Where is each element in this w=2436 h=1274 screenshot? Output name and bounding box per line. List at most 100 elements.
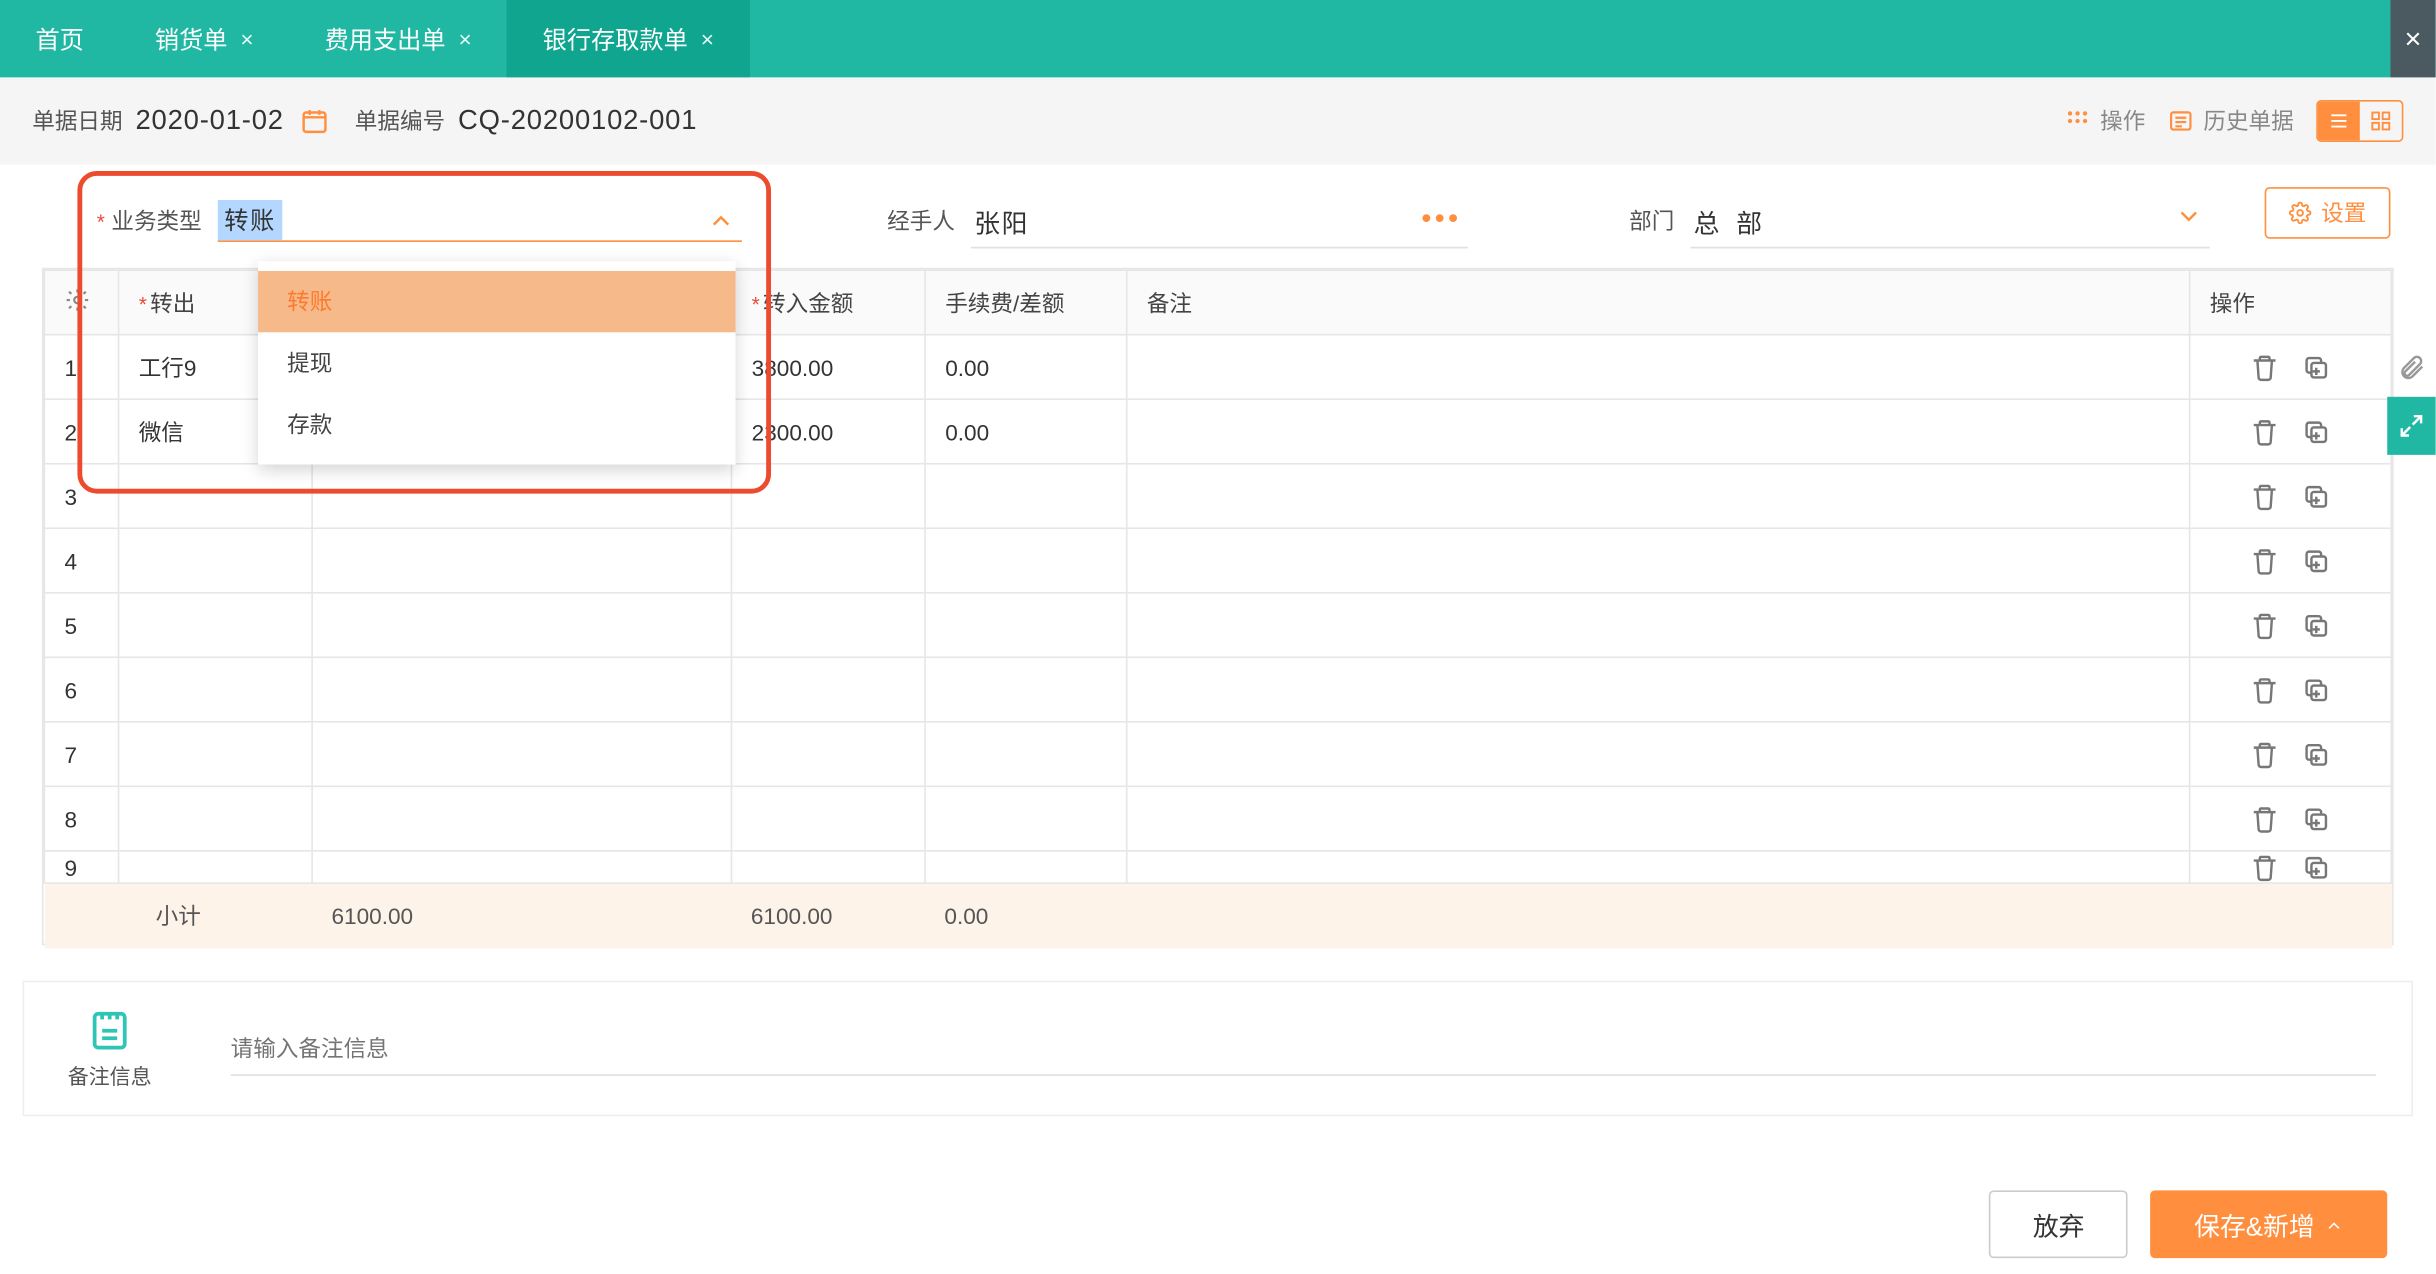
save-add-button[interactable]: 保存&新增 — [2151, 1190, 2388, 1258]
th-gear[interactable] — [44, 270, 118, 335]
window-close-button[interactable]: × — [2390, 0, 2435, 77]
cell-note[interactable] — [1127, 851, 2190, 883]
cell-note[interactable] — [1127, 335, 2190, 400]
cell-hidden[interactable] — [312, 464, 731, 529]
cell-in-amount[interactable] — [731, 464, 925, 529]
cell-note[interactable] — [1127, 722, 2190, 787]
dept-value[interactable]: 总 部 — [1690, 194, 2209, 246]
cell-fee[interactable] — [925, 851, 1127, 883]
view-card-button[interactable] — [2360, 102, 2402, 141]
table-row[interactable]: 4 — [44, 528, 2391, 593]
cell-fee[interactable]: 0.00 — [925, 335, 1127, 400]
cell-out-account[interactable] — [119, 722, 313, 787]
tab-expense[interactable]: 费用支出单× — [289, 0, 507, 77]
chevron-up-icon[interactable] — [706, 206, 735, 235]
cell-out-account[interactable] — [119, 851, 313, 883]
cell-out-account[interactable] — [119, 528, 313, 593]
dropdown-item-withdraw[interactable]: 提现 — [258, 332, 735, 393]
close-icon[interactable]: × — [240, 26, 253, 52]
calendar-icon[interactable] — [300, 106, 329, 135]
cell-hidden[interactable] — [312, 657, 731, 722]
settings-button[interactable]: 设置 — [2265, 187, 2391, 239]
cell-note[interactable] — [1127, 593, 2190, 658]
tab-home[interactable]: 首页 — [0, 0, 119, 77]
cell-hidden[interactable] — [312, 593, 731, 658]
cell-hidden[interactable] — [312, 528, 731, 593]
tab-sales-order[interactable]: 销货单× — [119, 0, 289, 77]
view-list-button[interactable] — [2318, 102, 2360, 141]
ops-link[interactable]: 操作 — [2065, 105, 2146, 137]
cell-fee[interactable] — [925, 657, 1127, 722]
cell-hidden[interactable] — [312, 722, 731, 787]
copy-row-button[interactable] — [2302, 852, 2331, 881]
dept-field[interactable]: 部门 总 部 — [1629, 194, 2210, 249]
handler-value[interactable]: 张阳 — [971, 194, 1468, 246]
cell-note[interactable] — [1127, 399, 2190, 464]
copy-row-button[interactable] — [2302, 417, 2331, 446]
table-row[interactable]: 9 — [44, 851, 2391, 883]
cell-in-amount[interactable] — [731, 657, 925, 722]
dropdown-item-deposit[interactable]: 存款 — [258, 394, 735, 455]
delete-row-button[interactable] — [2250, 675, 2279, 704]
table-row[interactable]: 5 — [44, 593, 2391, 658]
cell-in-amount[interactable] — [731, 593, 925, 658]
cell-note[interactable] — [1127, 464, 2190, 529]
copy-row-button[interactable] — [2302, 481, 2331, 510]
close-icon[interactable]: × — [701, 26, 714, 52]
copy-row-button[interactable] — [2302, 546, 2331, 575]
cell-note[interactable] — [1127, 528, 2190, 593]
copy-row-button[interactable] — [2302, 804, 2331, 833]
cell-fee[interactable] — [925, 464, 1127, 529]
cell-in-amount[interactable] — [731, 528, 925, 593]
ellipsis-icon[interactable]: ••• — [1421, 201, 1461, 235]
cell-out-account[interactable] — [119, 657, 313, 722]
expand-button[interactable] — [2387, 397, 2435, 455]
cell-hidden[interactable] — [312, 851, 731, 883]
delete-row-button[interactable] — [2250, 804, 2279, 833]
cell-note[interactable] — [1127, 657, 2190, 722]
copy-row-button[interactable] — [2302, 611, 2331, 640]
cell-out-account[interactable] — [119, 593, 313, 658]
table-row[interactable]: 6 — [44, 657, 2391, 722]
cell-fee[interactable] — [925, 528, 1127, 593]
cell-fee[interactable] — [925, 722, 1127, 787]
biz-type-field[interactable]: * 业务类型 转账 转账 提现 存款 — [97, 194, 742, 249]
table-row[interactable]: 7 — [44, 722, 2391, 787]
delete-row-button[interactable] — [2250, 417, 2279, 446]
cell-out-account[interactable] — [119, 464, 313, 529]
memo-input[interactable] — [231, 1021, 2376, 1076]
close-icon[interactable]: × — [458, 26, 471, 52]
copy-row-button[interactable] — [2302, 740, 2331, 769]
attachment-button[interactable] — [2387, 339, 2435, 397]
cell-out-account[interactable] — [119, 786, 313, 851]
cell-fee[interactable] — [925, 593, 1127, 658]
table-row[interactable]: 3 — [44, 464, 2391, 529]
cell-in-amount[interactable]: 3800.00 — [731, 335, 925, 400]
cell-note[interactable] — [1127, 786, 2190, 851]
delete-row-button[interactable] — [2250, 546, 2279, 575]
cell-fee[interactable]: 0.00 — [925, 399, 1127, 464]
cell-hidden[interactable] — [312, 786, 731, 851]
delete-row-button[interactable] — [2250, 740, 2279, 769]
copy-row-button[interactable] — [2302, 352, 2331, 381]
dropdown-item-transfer[interactable]: 转账 — [258, 271, 735, 332]
biz-type-value[interactable]: 转账 — [218, 200, 283, 240]
chevron-down-icon[interactable] — [2174, 201, 2203, 230]
copy-row-button[interactable] — [2302, 675, 2331, 704]
delete-row-button[interactable] — [2250, 611, 2279, 640]
discard-button[interactable]: 放弃 — [1989, 1190, 2128, 1258]
handler-field[interactable]: 经手人 张阳 ••• — [887, 194, 1468, 249]
tab-bank-transfer[interactable]: 银行存取款单× — [507, 0, 749, 77]
date-value[interactable]: 2020-01-02 — [135, 105, 283, 137]
history-link[interactable]: 历史单据 — [2168, 105, 2294, 137]
delete-row-button[interactable] — [2250, 481, 2279, 510]
gear-icon — [65, 287, 91, 313]
table-row[interactable]: 8 — [44, 786, 2391, 851]
cell-in-amount[interactable] — [731, 722, 925, 787]
cell-in-amount[interactable]: 2300.00 — [731, 399, 925, 464]
cell-in-amount[interactable] — [731, 786, 925, 851]
delete-row-button[interactable] — [2250, 352, 2279, 381]
cell-fee[interactable] — [925, 786, 1127, 851]
delete-row-button[interactable] — [2250, 852, 2279, 881]
cell-in-amount[interactable] — [731, 851, 925, 883]
